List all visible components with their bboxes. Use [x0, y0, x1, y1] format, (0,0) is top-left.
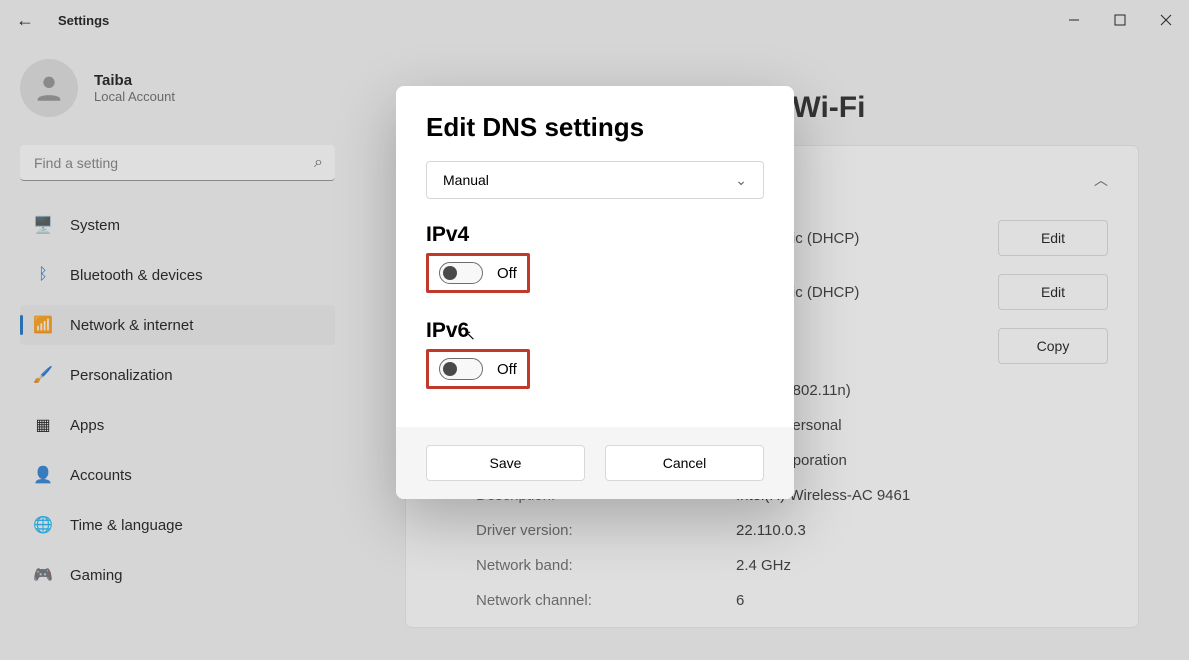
ipv6-toggle[interactable]	[439, 358, 483, 380]
ipv6-toggle-highlight: Off	[426, 349, 530, 389]
chevron-down-icon: ⌄	[735, 172, 747, 189]
dns-dialog: Edit DNS settings Manual ⌄ IPv4 Off IPv6…	[396, 86, 794, 499]
ipv4-toggle-highlight: Off	[426, 253, 530, 293]
dialog-title: Edit DNS settings	[426, 112, 764, 143]
ipv6-state: Off	[497, 361, 517, 378]
dns-mode-dropdown[interactable]: Manual ⌄	[426, 161, 764, 199]
cancel-button[interactable]: Cancel	[605, 445, 764, 481]
ipv6-label: IPv6	[426, 319, 764, 343]
ipv4-state: Off	[497, 265, 517, 282]
ipv4-label: IPv4	[426, 223, 764, 247]
save-button[interactable]: Save	[426, 445, 585, 481]
ipv4-toggle[interactable]	[439, 262, 483, 284]
dropdown-value: Manual	[443, 172, 489, 188]
